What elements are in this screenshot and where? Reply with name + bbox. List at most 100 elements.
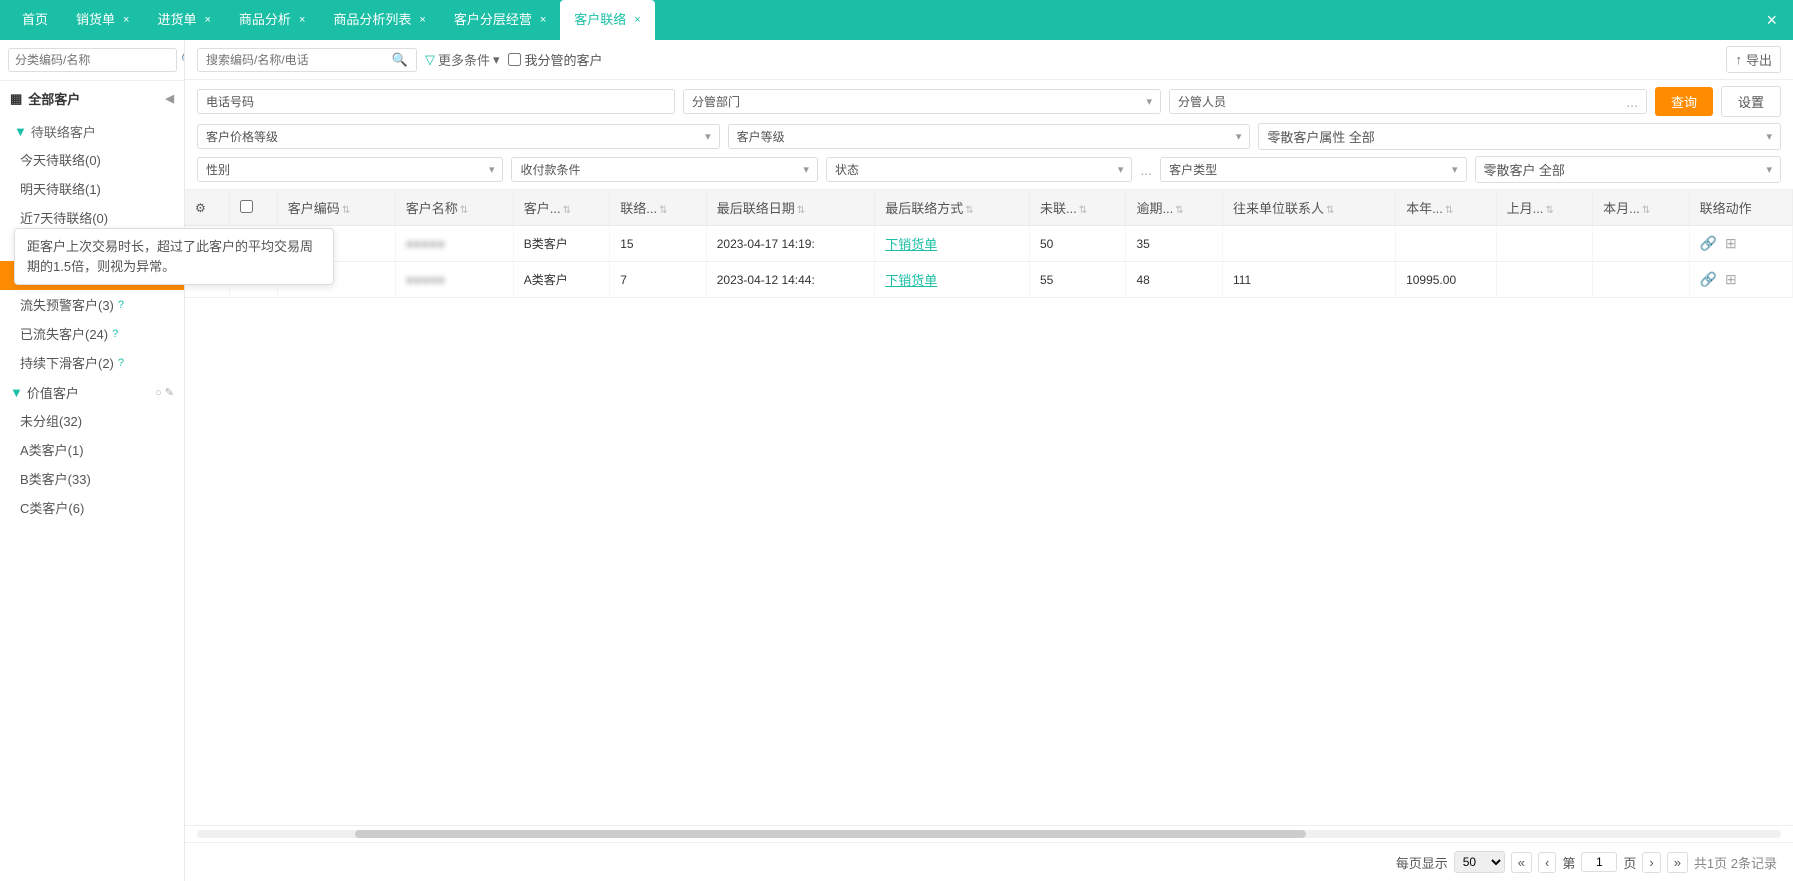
nav-customer-segment[interactable]: 客户分层经营 ×: [440, 0, 560, 40]
advanced-filter: 电话号码 分管部门 ▾ 分管人员 ... 查询 设置 客户价格等级 ▾: [185, 80, 1793, 190]
lost-warn-info-icon[interactable]: ?: [118, 299, 124, 311]
row2-action-icons: 🔗 ⊞: [1700, 271, 1782, 288]
sidebar-b-class[interactable]: B类客户(33): [0, 464, 184, 493]
last-page-button[interactable]: »: [1667, 852, 1688, 873]
next-page-button[interactable]: ›: [1642, 852, 1660, 873]
nav-purchase-close[interactable]: ×: [204, 0, 210, 40]
nav-home[interactable]: 首页: [8, 0, 62, 40]
already-lost-info-icon[interactable]: ?: [112, 328, 118, 340]
th-this-month[interactable]: 本月...⇅: [1593, 190, 1690, 226]
th-contacts[interactable]: 往来单位联系人⇅: [1222, 190, 1395, 226]
sidebar-all-customers[interactable]: ▦ 全部客户 ◀: [0, 81, 184, 116]
phone-field[interactable]: 电话号码: [197, 89, 675, 114]
row1-name: ●●●●●: [395, 226, 513, 262]
table-header: ⚙ 客户编码⇅ 客户名称⇅ 客户...⇅ 联络...⇅: [185, 190, 1793, 226]
th-not-contacted[interactable]: 未联...⇅: [1029, 190, 1126, 226]
setting-button[interactable]: 设置: [1721, 86, 1781, 117]
row1-last-method[interactable]: 下销货单: [875, 226, 1030, 262]
th-last-month[interactable]: 上月...⇅: [1496, 190, 1593, 226]
value-customer-arrow: ▼: [10, 385, 23, 400]
dept-arrow-icon: ▾: [1146, 95, 1152, 108]
price-level-field[interactable]: 客户价格等级 ▾: [197, 124, 720, 149]
manager-field[interactable]: 分管人员 ...: [1169, 89, 1647, 114]
row2-link-icon[interactable]: 🔗: [1700, 271, 1717, 288]
th-settings[interactable]: ⚙: [185, 190, 229, 226]
sidebar-lost-warn[interactable]: 流失预警客户(3) ?: [0, 290, 184, 319]
per-page-select[interactable]: 50 20 100: [1454, 851, 1505, 873]
nav-customer-segment-close[interactable]: ×: [540, 0, 546, 40]
sidebar-tomorrow-pending[interactable]: 明天待联络(1): [0, 174, 184, 203]
customers-icon: ▦: [10, 91, 22, 107]
page-input[interactable]: [1581, 852, 1617, 872]
row2-grid-icon[interactable]: ⊞: [1725, 271, 1737, 288]
manager-dots[interactable]: ...: [1626, 94, 1638, 110]
gender-field[interactable]: 性别 ▾: [197, 157, 503, 182]
tooltip-box: 距客户上次交易时长，超过了此客户的平均交易周期的1.5倍，则视为异常。: [14, 228, 334, 285]
value-customer-edit[interactable]: ○ ✎: [155, 386, 174, 399]
window-close-button[interactable]: ×: [1758, 10, 1785, 31]
sidebar-collapse-btn[interactable]: ◀: [166, 92, 174, 105]
sidebar-c-class[interactable]: C类客户(6): [0, 493, 184, 522]
th-overdue[interactable]: 逾期...⇅: [1126, 190, 1223, 226]
th-checkbox[interactable]: [229, 190, 277, 226]
th-name[interactable]: 客户名称⇅: [395, 190, 513, 226]
extra-dots[interactable]: ...: [1140, 162, 1152, 178]
row1-link-icon[interactable]: 🔗: [1700, 235, 1717, 252]
sidebar-keep-down[interactable]: 持续下滑客户(2) ?: [0, 348, 184, 377]
scroll-thumb[interactable]: [355, 830, 1305, 838]
nav-product-analysis-list[interactable]: 商品分析列表 ×: [319, 0, 439, 40]
export-button[interactable]: ↑ 导出: [1726, 46, 1781, 73]
th-contact-count[interactable]: 联络...⇅: [610, 190, 707, 226]
keep-down-info-icon[interactable]: ?: [118, 357, 124, 369]
nav-customer-contact-close[interactable]: ×: [634, 0, 640, 40]
th-customer-type[interactable]: 客户...⇅: [513, 190, 610, 226]
th-last-date[interactable]: 最后联络日期⇅: [706, 190, 874, 226]
nav-purchase[interactable]: 进货单 ×: [143, 0, 224, 40]
sort-icon-last-date: ⇅: [797, 205, 805, 216]
nav-product-analysis-list-close[interactable]: ×: [419, 0, 425, 40]
dept-field[interactable]: 分管部门 ▾: [683, 89, 1161, 114]
sidebar-today-pending[interactable]: 今天待联络(0): [0, 145, 184, 174]
my-customers-checkbox-wrap: 我分管的客户: [508, 50, 603, 69]
nav-sales-close[interactable]: ×: [123, 0, 129, 40]
export-icon: ↑: [1735, 52, 1742, 67]
sidebar-ungrouped[interactable]: 未分组(32): [0, 406, 184, 435]
search-input[interactable]: [206, 53, 392, 67]
customer-level-arrow: ▾: [1236, 130, 1242, 143]
my-customers-checkbox[interactable]: [508, 53, 521, 66]
retail-customer-arrow: ▾: [1766, 163, 1772, 176]
th-year-amount[interactable]: 本年...⇅: [1396, 190, 1497, 226]
payment-field[interactable]: 收付款条件 ▾: [511, 157, 817, 182]
nav-product-analysis[interactable]: 商品分析 ×: [225, 0, 319, 40]
nav-customer-contact[interactable]: 客户联络 ×: [560, 0, 654, 40]
sidebar-already-lost[interactable]: 已流失客户(24) ?: [0, 319, 184, 348]
nav-product-analysis-close[interactable]: ×: [299, 0, 305, 40]
search-submit-icon[interactable]: 🔍: [392, 52, 408, 68]
th-last-method[interactable]: 最后联络方式⇅: [875, 190, 1030, 226]
retail-attr-field[interactable]: 零散客户属性 全部 ▾: [1258, 123, 1781, 150]
row1-year: [1396, 226, 1497, 262]
row2-last-method[interactable]: 下销货单: [875, 262, 1030, 298]
filter-icon: ▽: [425, 52, 435, 68]
row2-this-month: [1593, 262, 1690, 298]
status-field[interactable]: 状态 ▾: [826, 157, 1132, 182]
query-button[interactable]: 查询: [1655, 87, 1713, 116]
page-label: 第: [1562, 853, 1575, 872]
customer-level-field[interactable]: 客户等级 ▾: [728, 124, 1251, 149]
prev-page-button[interactable]: ‹: [1538, 852, 1556, 873]
sidebar-value-customer-group[interactable]: ▼ 价值客户 ○ ✎: [0, 377, 184, 406]
page-suffix: 页: [1623, 853, 1636, 872]
sidebar-a-class[interactable]: A类客户(1): [0, 435, 184, 464]
row1-grid-icon[interactable]: ⊞: [1725, 235, 1737, 252]
customer-type-field[interactable]: 客户类型 ▾: [1160, 157, 1466, 182]
th-code[interactable]: 客户编码⇅: [277, 190, 395, 226]
more-conditions-button[interactable]: ▽ 更多条件 ▾: [425, 50, 500, 69]
retail-customer-field[interactable]: 零散客户 全部 ▾: [1475, 156, 1781, 183]
first-page-button[interactable]: «: [1511, 852, 1532, 873]
scroll-track[interactable]: [197, 830, 1781, 838]
nav-sales[interactable]: 销货单 ×: [62, 0, 143, 40]
row1-last-month: [1496, 226, 1593, 262]
sidebar-search-input[interactable]: [8, 48, 177, 72]
select-all-checkbox[interactable]: [240, 200, 253, 213]
sidebar-pending-group[interactable]: ▼ 待联络客户: [0, 116, 184, 145]
